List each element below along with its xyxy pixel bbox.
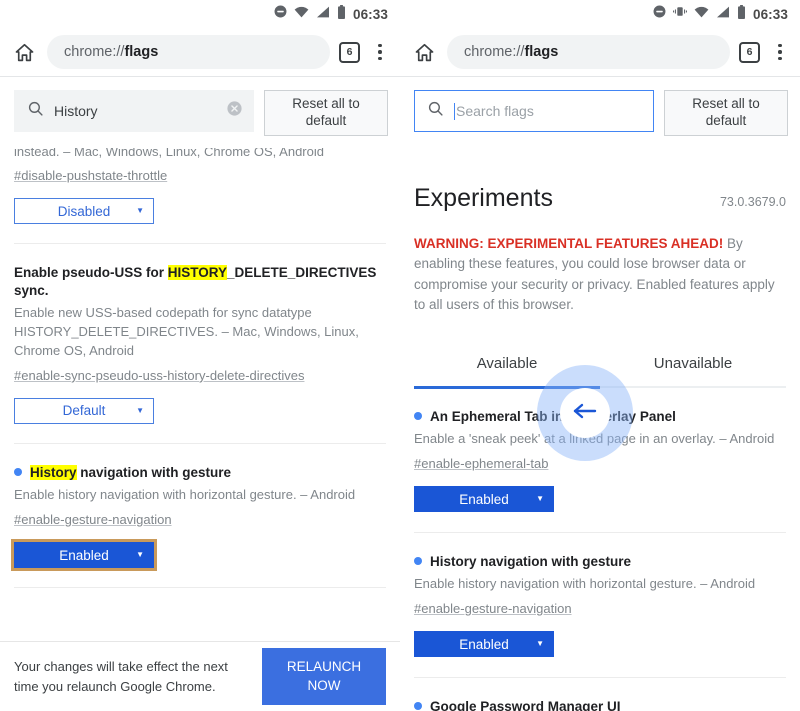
chevron-down-icon: ▼ — [536, 494, 544, 504]
tab-available[interactable]: Available — [414, 355, 600, 386]
right-url-bar[interactable]: chrome://flags — [447, 35, 730, 69]
left-flag-entry-1: Enable pseudo-USS for HISTORY_DELETE_DIR… — [14, 244, 386, 424]
right-flag-title-1: History navigation with gesture — [414, 553, 786, 571]
chrome-version: 73.0.3679.0 — [719, 195, 786, 209]
left-flag-desc-2: Enable history navigation with horizonta… — [14, 487, 356, 503]
right-search-input[interactable]: Search flags — [414, 90, 654, 132]
do-not-disturb-icon — [653, 5, 666, 23]
left-flag-link-0[interactable]: #disable-pushstate-throttle — [14, 168, 167, 183]
left-flag-select-0[interactable]: Disabled ▼ — [14, 198, 154, 224]
left-flag-select-1-value: Default — [62, 403, 106, 419]
chevron-down-icon: ▼ — [136, 405, 144, 415]
right-status-icons — [653, 4, 746, 24]
warning-headline: WARNING: EXPERIMENTAL FEATURES AHEAD! — [414, 236, 724, 251]
home-icon[interactable] — [410, 38, 438, 66]
right-flag-select-1[interactable]: Enabled ▼ — [414, 631, 554, 658]
do-not-disturb-icon — [274, 5, 287, 23]
left-omnibox-row: chrome://flags 6 — [0, 28, 400, 76]
right-url-text: chrome://flags — [464, 44, 559, 60]
left-flag-link-2[interactable]: #enable-gesture-navigation — [14, 512, 172, 527]
left-flag-title-2: History navigation with gesture — [14, 464, 386, 482]
tab-selected-indicator — [414, 386, 600, 389]
search-icon — [427, 100, 444, 122]
right-flag-link-0[interactable]: #enable-ephemeral-tab — [414, 456, 548, 471]
text-caret — [454, 102, 455, 120]
tabs-underline — [414, 386, 786, 389]
chevron-down-icon: ▼ — [136, 206, 144, 215]
right-flag-title-2: Google Password Manager UI — [414, 698, 786, 711]
left-tab-switcher-button[interactable]: 6 — [339, 41, 360, 63]
left-clipped-description: instead. – Mac, Windows, Linux, Chrome O… — [14, 148, 324, 159]
right-flag-desc-1: Enable history navigation with horizonta… — [414, 576, 756, 592]
flags-tabs: Available Unavailable — [414, 355, 786, 386]
search-icon — [27, 100, 44, 122]
clear-circle-icon[interactable] — [226, 100, 243, 122]
right-flag-desc-0: Enable a 'sneak peek' at a linked page i… — [414, 431, 775, 447]
left-flag-select-0-value: Disabled — [57, 203, 111, 219]
left-status-bar: 06:33 — [0, 0, 400, 28]
tab-unavailable[interactable]: Unavailable — [600, 355, 786, 386]
right-search-row: Search flags Reset all to default — [400, 77, 800, 148]
left-flag-select-1[interactable]: Default ▼ — [14, 397, 154, 424]
wifi-icon — [294, 5, 309, 23]
left-phone-screen: 06:33 chrome://flags 6 History Reset all… — [0, 0, 400, 711]
battery-icon — [737, 4, 746, 24]
right-tab-switcher-button[interactable]: 6 — [739, 41, 760, 63]
right-clock: 06:33 — [752, 6, 788, 22]
left-url-text: chrome://flags — [64, 44, 159, 60]
relaunch-now-button[interactable]: RELAUNCH NOW — [262, 648, 386, 705]
left-search-value: History — [54, 103, 98, 119]
right-flag-entry-0: An Ephemeral Tab in an Overlay Panel Ena… — [414, 388, 786, 513]
left-flag-entry-2: History navigation with gesture Enable h… — [11, 444, 386, 572]
right-flag-select-0[interactable]: Enabled ▼ — [414, 486, 554, 513]
relaunch-bar: Your changes will take effect the next t… — [0, 641, 400, 711]
flag-status-dot — [414, 702, 422, 711]
right-flag-link-1[interactable]: #enable-gesture-navigation — [414, 601, 572, 616]
left-clock: 06:33 — [352, 6, 388, 22]
signal-icon — [716, 5, 730, 23]
search-match-highlight: History — [30, 464, 77, 480]
right-flag-select-0-value: Enabled — [459, 491, 509, 507]
search-match-highlight: HISTORY — [167, 265, 228, 280]
signal-icon — [316, 5, 330, 23]
left-search-input[interactable]: History — [14, 90, 254, 132]
flag-status-dot — [414, 412, 422, 420]
right-flags-page: Experiments 73.0.3679.0 WARNING: EXPERIM… — [400, 148, 800, 711]
chevron-down-icon: ▼ — [136, 550, 144, 560]
right-flag-entry-2: Google Password Manager UI Enables acces… — [414, 678, 786, 711]
right-status-bar: 06:33 — [400, 0, 800, 28]
chevron-down-icon: ▼ — [536, 639, 544, 649]
right-omnibox-row: chrome://flags 6 — [400, 28, 800, 76]
left-flag-select-2-value: Enabled — [59, 547, 109, 563]
left-status-icons — [274, 4, 346, 24]
left-flag-title-1: Enable pseudo-USS for HISTORY_DELETE_DIR… — [14, 265, 377, 299]
left-flag-desc-1: Enable new USS-based codepath for sync d… — [14, 305, 359, 359]
wifi-icon — [694, 5, 709, 23]
right-reset-all-button[interactable]: Reset all to default — [664, 90, 788, 136]
right-flag-title-0: An Ephemeral Tab in an Overlay Panel — [414, 408, 786, 426]
right-phone-screen: 06:33 chrome://flags 6 Search flags Rese… — [400, 0, 800, 711]
kebab-menu-icon[interactable] — [369, 43, 391, 61]
left-flag-link-1[interactable]: #enable-sync-pseudo-uss-history-delete-d… — [14, 368, 304, 383]
dual-screenshot-comparison: 06:33 chrome://flags 6 History Reset all… — [0, 0, 800, 711]
flag-status-dot — [414, 557, 422, 566]
left-row-divider-2 — [14, 587, 386, 589]
experiments-header: Experiments 73.0.3679.0 — [414, 148, 786, 213]
right-flag-entry-1: History navigation with gesture Enable h… — [414, 533, 786, 658]
left-flags-list: instead. – Mac, Windows, Linux, Chrome O… — [0, 148, 400, 673]
experiments-warning: WARNING: EXPERIMENTAL FEATURES AHEAD! By… — [414, 234, 786, 315]
home-icon[interactable] — [10, 38, 38, 66]
kebab-menu-icon[interactable] — [769, 43, 791, 61]
right-flag-select-1-value: Enabled — [459, 636, 509, 652]
page-title: Experiments — [414, 184, 553, 212]
left-url-bar[interactable]: chrome://flags — [47, 35, 330, 69]
left-reset-all-button[interactable]: Reset all to default — [264, 90, 388, 136]
left-flag-select-2[interactable]: Enabled ▼ — [11, 539, 157, 572]
right-search-placeholder: Search flags — [456, 103, 534, 119]
relaunch-message: Your changes will take effect the next t… — [14, 659, 228, 694]
battery-icon — [337, 4, 346, 24]
vibrate-icon — [672, 5, 687, 23]
left-search-row: History Reset all to default — [0, 77, 400, 148]
flag-status-dot — [14, 467, 22, 476]
